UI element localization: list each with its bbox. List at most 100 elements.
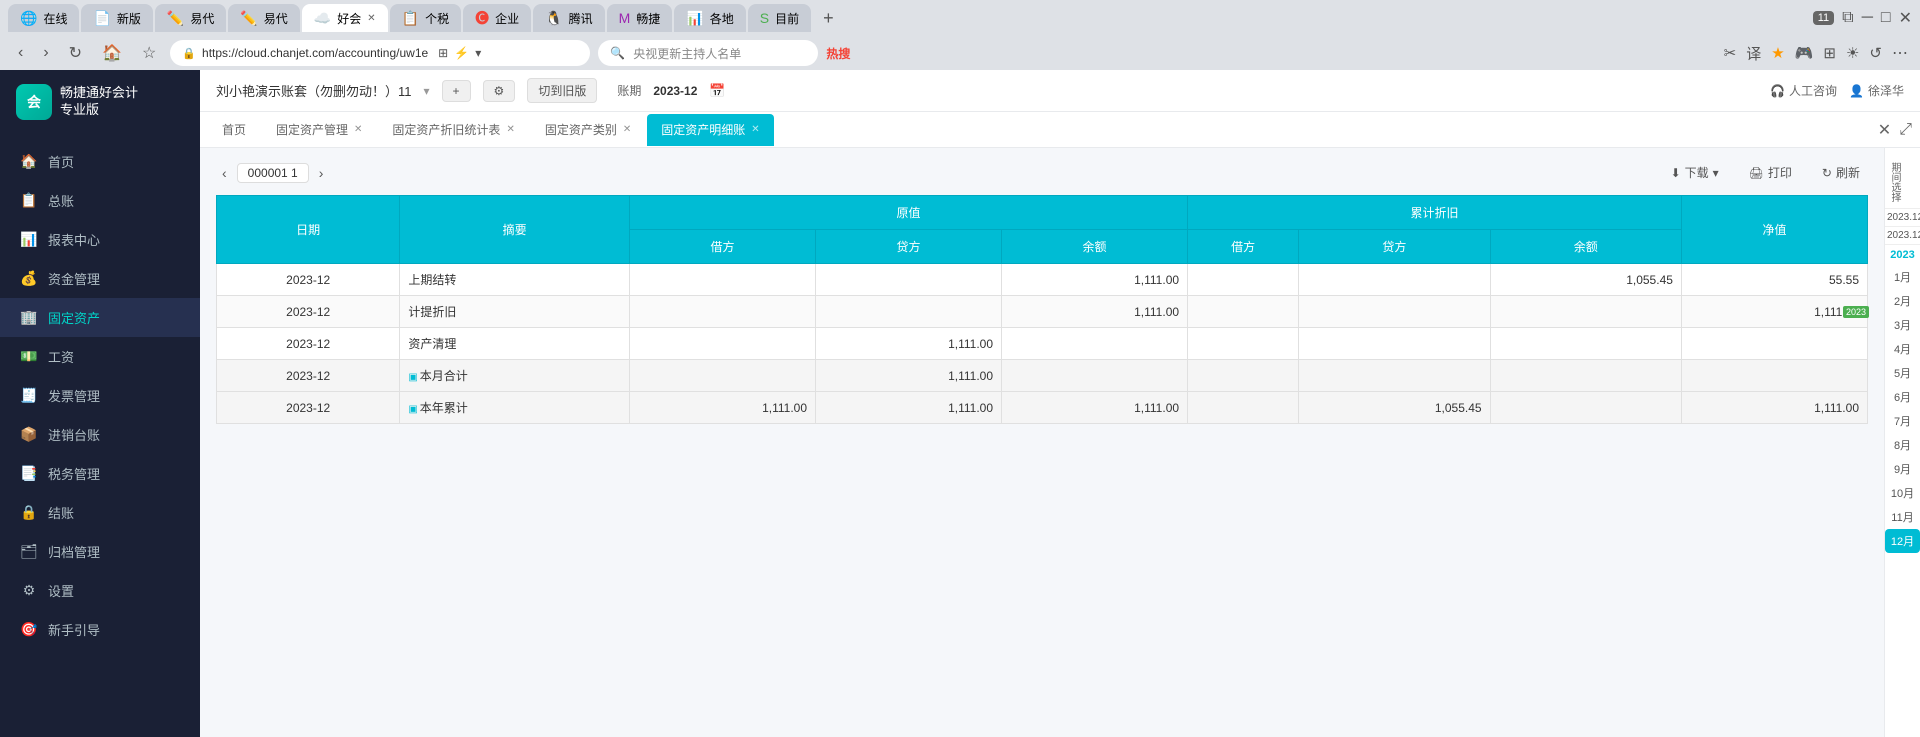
page-indicator: 000001 1 [237,163,309,183]
browser-tab-yidai2[interactable]: ✏️ 易代 [228,4,299,32]
month-3[interactable]: 3月 [1885,313,1920,337]
selected-period-1[interactable]: 2023.12 [1885,209,1920,227]
tab-asset-ledger[interactable]: 固定资产明细账 ✕ [647,114,773,146]
brightness-icon[interactable]: ☀ [1846,44,1859,62]
grid-icon[interactable]: ⊞ [1823,44,1836,62]
row1-date: 2023-12 [217,264,400,296]
tab-close-asset-ledger[interactable]: ✕ [751,124,759,135]
next-page-button[interactable]: › [313,163,330,183]
invoice-icon: 🧾 [20,387,38,405]
new-tab-button[interactable]: + [817,6,840,31]
sidebar-item-general-ledger[interactable]: 📋 总账 [0,181,200,220]
print-button[interactable]: 🖨 打印 [1741,160,1800,185]
month-2[interactable]: 2月 [1885,289,1920,313]
month-7[interactable]: 7月 [1885,409,1920,433]
tab-depreciation-stats[interactable]: 固定资产折旧统计表 ✕ [378,114,528,146]
customer-service-btn[interactable]: 🎧 人工咨询 [1770,82,1837,99]
reload-button[interactable]: ↻ [63,41,88,65]
selected-period-2[interactable]: 2023.12 [1885,227,1920,245]
month-8[interactable]: 8月 [1885,433,1920,457]
sidebar-item-home[interactable]: 🏠 首页 [0,142,200,181]
qr-icon[interactable]: ⊞ [438,46,448,60]
user-profile-btn[interactable]: 👤 徐泽华 [1849,82,1904,99]
row1-orig-debit [630,264,816,296]
tab-close-all-button[interactable]: ✕ [1878,120,1891,140]
browser-tab-changjie[interactable]: M 畅捷 [607,4,673,32]
period-label: 账期 [617,82,641,99]
browser-tab-haohui[interactable]: ☁️ 好会 ✕ [302,4,388,32]
settings-account-button[interactable]: ⚙ [483,80,516,102]
browser-tab-geshui[interactable]: 📋 个税 [390,4,461,32]
ledger-icon: 📋 [20,192,38,210]
back-button[interactable]: ‹ [12,42,29,64]
lightning-icon[interactable]: ⚡ [454,46,469,60]
tab-close-fixed-asset-mgmt[interactable]: ✕ [354,124,362,135]
home-button[interactable]: 🏠 [96,41,128,65]
sidebar-item-payroll[interactable]: 💵 工资 [0,337,200,376]
browser-tab-yidai1[interactable]: ✏️ 易代 [155,4,226,32]
row1-orig-credit [816,264,1002,296]
month-6[interactable]: 6月 [1885,385,1920,409]
logo-app-name: 畅捷通好会计 [60,85,138,102]
dropdown-icon[interactable]: ▾ [475,46,481,60]
browser-tab-muqian[interactable]: S 目前 [748,4,811,32]
download-dropdown-icon[interactable]: ▾ [1713,166,1719,180]
refresh-button[interactable]: ↻ 刷新 [1814,160,1868,185]
tab-close-icon[interactable]: ✕ [367,13,375,24]
month-11[interactable]: 11月 [1885,505,1920,529]
settings-icon[interactable]: ↺ [1869,44,1882,62]
maximize-icon[interactable]: □ [1881,9,1891,27]
restore-icon[interactable]: ⧉ [1842,9,1853,27]
bookmark-button[interactable]: ☆ [136,41,162,65]
more-icon[interactable]: ⋯ [1892,43,1908,63]
month-1[interactable]: 1月 [1885,265,1920,289]
tab-close-asset-category[interactable]: ✕ [623,124,631,135]
th-summary: 摘要 [400,196,630,264]
browser-search-box[interactable]: 🔍 央视更新主持人名单 [598,40,818,66]
tab-fixed-asset-mgmt[interactable]: 固定资产管理 ✕ [262,114,376,146]
browser-tab-qiye[interactable]: 🅒 企业 [463,4,531,32]
sidebar-item-fixed-assets[interactable]: 🏢 固定资产 [0,298,200,337]
forward-button[interactable]: › [37,42,54,64]
minimize-icon[interactable]: ─ [1862,9,1873,27]
refresh-icon: ↻ [1822,166,1832,180]
print-label: 打印 [1768,164,1792,181]
month-4[interactable]: 4月 [1885,337,1920,361]
browser-tab-gedi[interactable]: 📊 各地 [674,4,745,32]
month-12[interactable]: 12月 [1885,529,1920,553]
sidebar-item-closing[interactable]: 🔒 结账 [0,493,200,532]
close-window-icon[interactable]: ✕ [1899,8,1912,28]
sidebar-item-funds[interactable]: 💰 资金管理 [0,259,200,298]
switch-old-version-button[interactable]: 切到旧版 [527,78,597,103]
address-bar[interactable]: 🔒 https://cloud.chanjet.com/accounting/u… [170,40,590,66]
browser-tab-tengxun[interactable]: 🐧 腾讯 [533,4,604,32]
browser-tab-new[interactable]: 📄 新版 [81,4,152,32]
month-5[interactable]: 5月 [1885,361,1920,385]
tab-expand-button[interactable]: ⤢ [1899,121,1912,139]
calendar-icon[interactable]: 📅 [709,83,725,99]
month-10[interactable]: 10月 [1885,481,1920,505]
gamepad-icon[interactable]: 🎮 [1795,44,1814,62]
sidebar-item-inventory[interactable]: 📦 进销台账 [0,415,200,454]
sidebar-item-invoice[interactable]: 🧾 发票管理 [0,376,200,415]
download-button[interactable]: ⬇ 下载 ▾ [1663,160,1727,185]
row3-date: 2023-12 [217,328,400,360]
scissors-icon[interactable]: ✂ [1724,44,1737,62]
sidebar-item-guide[interactable]: 🎯 新手引导 [0,610,200,649]
tab-asset-category[interactable]: 固定资产类别 ✕ [531,114,645,146]
prev-page-button[interactable]: ‹ [216,163,233,183]
star-icon[interactable]: ★ [1771,44,1784,62]
dropdown-company-icon[interactable]: ▾ [424,84,430,98]
tab-close-depreciation-stats[interactable]: ✕ [506,124,514,135]
month-9[interactable]: 9月 [1885,457,1920,481]
row2-orig-credit [816,296,1002,328]
sidebar-item-archive[interactable]: 🗂 归档管理 [0,532,200,571]
browser-tab-online[interactable]: 🌐 在线 [8,4,79,32]
sidebar-item-guide-label: 新手引导 [48,620,100,639]
sidebar-item-reports[interactable]: 📊 报表中心 [0,220,200,259]
tab-home[interactable]: 首页 [208,114,260,146]
sidebar-item-tax[interactable]: 📑 税务管理 [0,454,200,493]
add-account-button[interactable]: + [442,80,471,102]
translate-icon[interactable]: 译 [1746,43,1761,64]
sidebar-item-settings[interactable]: ⚙ 设置 [0,571,200,610]
